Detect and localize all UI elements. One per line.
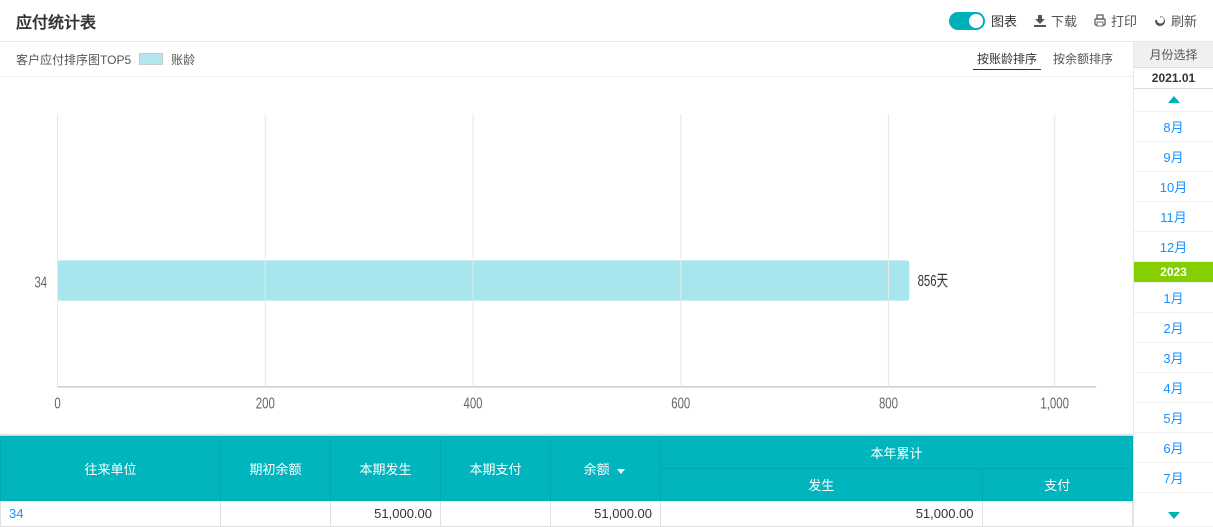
cell-balance: 51,000.00 bbox=[551, 501, 661, 527]
toggle-label: 图表 bbox=[991, 11, 1017, 30]
col-vendor-header: 往来单位 bbox=[1, 437, 221, 501]
print-button[interactable]: 打印 bbox=[1093, 11, 1137, 30]
month-list: 8月 9月 10月 11月 12月 2023 1月 2月 3月 4月 5月 6月… bbox=[1134, 112, 1213, 504]
sort-by-balance-button[interactable]: 按余额排序 bbox=[1049, 48, 1117, 70]
month-item-apr[interactable]: 4月 bbox=[1134, 373, 1213, 403]
header-actions: 图表 下载 打印 刷新 bbox=[949, 11, 1197, 30]
table-section: 往来单位 期初余额 本期发生 本期支付 余额 本年累计 发生 bbox=[0, 434, 1133, 527]
scroll-up-button[interactable] bbox=[1134, 89, 1213, 112]
data-table: 往来单位 期初余额 本期发生 本期支付 余额 本年累计 发生 bbox=[0, 436, 1133, 527]
toggle-thumb bbox=[969, 14, 983, 28]
download-icon bbox=[1033, 14, 1047, 28]
month-item-sep[interactable]: 9月 bbox=[1134, 142, 1213, 172]
legend-box bbox=[139, 53, 163, 65]
scroll-down-button[interactable] bbox=[1134, 504, 1213, 527]
page-title: 应付统计表 bbox=[16, 9, 949, 33]
sidebar-header: 月份选择 bbox=[1134, 42, 1213, 68]
download-label: 下载 bbox=[1051, 11, 1077, 30]
month-item-may[interactable]: 5月 bbox=[1134, 403, 1213, 433]
month-item-dec[interactable]: 12月 bbox=[1134, 232, 1213, 262]
bar-chart: 34 856天 0 200 400 600 800 1,000 bbox=[16, 85, 1117, 430]
chart-section: 客户应付排序图TOP5 账龄 按账龄排序 按余额排序 34 bbox=[0, 42, 1133, 434]
legend-label: 账龄 bbox=[171, 51, 195, 68]
cell-current-occur: 51,000.00 bbox=[331, 501, 441, 527]
cell-vendor: 34 bbox=[1, 501, 221, 527]
col-ytd-occur-header: 发生 bbox=[661, 469, 983, 501]
chevron-up-icon bbox=[1167, 93, 1181, 107]
month-item-aug[interactable]: 8月 bbox=[1134, 112, 1213, 142]
refresh-icon bbox=[1153, 14, 1167, 28]
sort-icon bbox=[615, 465, 627, 477]
month-item-oct[interactable]: 10月 bbox=[1134, 172, 1213, 202]
svg-text:34: 34 bbox=[34, 274, 47, 291]
vendor-link[interactable]: 34 bbox=[9, 506, 23, 521]
table-row: 34 51,000.00 51,000.00 51,000.00 bbox=[1, 501, 1133, 527]
chart-controls: 客户应付排序图TOP5 账龄 按账龄排序 按余额排序 bbox=[0, 42, 1133, 77]
cell-ytd-pay bbox=[982, 501, 1132, 527]
month-item-jan[interactable]: 1月 bbox=[1134, 283, 1213, 313]
svg-text:0: 0 bbox=[54, 395, 61, 412]
col-ytd-pay-header: 支付 bbox=[982, 469, 1132, 501]
legend-title: 客户应付排序图TOP5 bbox=[16, 51, 131, 68]
svg-text:856天: 856天 bbox=[918, 272, 949, 289]
col-ytd-header: 本年累计 bbox=[661, 437, 1133, 469]
month-item-feb[interactable]: 2月 bbox=[1134, 313, 1213, 343]
month-item-nov[interactable]: 11月 bbox=[1134, 202, 1213, 232]
year-label-2023: 2023 bbox=[1134, 262, 1213, 283]
col-current-pay-header: 本期支付 bbox=[441, 437, 551, 501]
svg-text:200: 200 bbox=[256, 395, 275, 412]
refresh-label: 刷新 bbox=[1171, 11, 1197, 30]
svg-text:600: 600 bbox=[671, 395, 690, 412]
chevron-down-icon bbox=[1167, 508, 1181, 522]
print-icon bbox=[1093, 14, 1107, 28]
refresh-button[interactable]: 刷新 bbox=[1153, 11, 1197, 30]
col-current-occur-header: 本期发生 bbox=[331, 437, 441, 501]
svg-text:400: 400 bbox=[463, 395, 482, 412]
download-button[interactable]: 下载 bbox=[1033, 11, 1077, 30]
chart-toggle[interactable]: 图表 bbox=[949, 11, 1017, 30]
svg-text:1,000: 1,000 bbox=[1040, 395, 1069, 412]
sort-by-age-button[interactable]: 按账龄排序 bbox=[973, 48, 1041, 70]
month-item-jun[interactable]: 6月 bbox=[1134, 433, 1213, 463]
col-opening-header: 期初余额 bbox=[221, 437, 331, 501]
svg-text:800: 800 bbox=[879, 395, 898, 412]
print-label: 打印 bbox=[1111, 11, 1137, 30]
chart-container: 客户应付排序图TOP5 账龄 按账龄排序 按余额排序 34 bbox=[0, 42, 1133, 527]
month-item-jul[interactable]: 7月 bbox=[1134, 463, 1213, 493]
col-balance-header: 余额 bbox=[551, 437, 661, 501]
month-item-mar[interactable]: 3月 bbox=[1134, 343, 1213, 373]
table-header-row: 往来单位 期初余额 本期发生 本期支付 余额 本年累计 bbox=[1, 437, 1133, 469]
sidebar-year-display[interactable]: 2021.01 bbox=[1134, 68, 1213, 89]
toggle-track[interactable] bbox=[949, 12, 985, 30]
chart-area: 34 856天 0 200 400 600 800 1,000 bbox=[0, 77, 1133, 434]
cell-ytd-occur: 51,000.00 bbox=[661, 501, 983, 527]
cell-opening bbox=[221, 501, 331, 527]
main-content: 客户应付排序图TOP5 账龄 按账龄排序 按余额排序 34 bbox=[0, 42, 1213, 527]
cell-current-pay bbox=[441, 501, 551, 527]
header: 应付统计表 图表 下载 打印 刷新 bbox=[0, 0, 1213, 42]
sidebar: 月份选择 2021.01 8月 9月 10月 11月 12月 2023 1月 2… bbox=[1133, 42, 1213, 527]
sort-buttons: 按账龄排序 按余额排序 bbox=[973, 48, 1117, 70]
chart-legend: 客户应付排序图TOP5 账龄 bbox=[16, 51, 195, 68]
app-container: 应付统计表 图表 下载 打印 刷新 bbox=[0, 0, 1213, 527]
